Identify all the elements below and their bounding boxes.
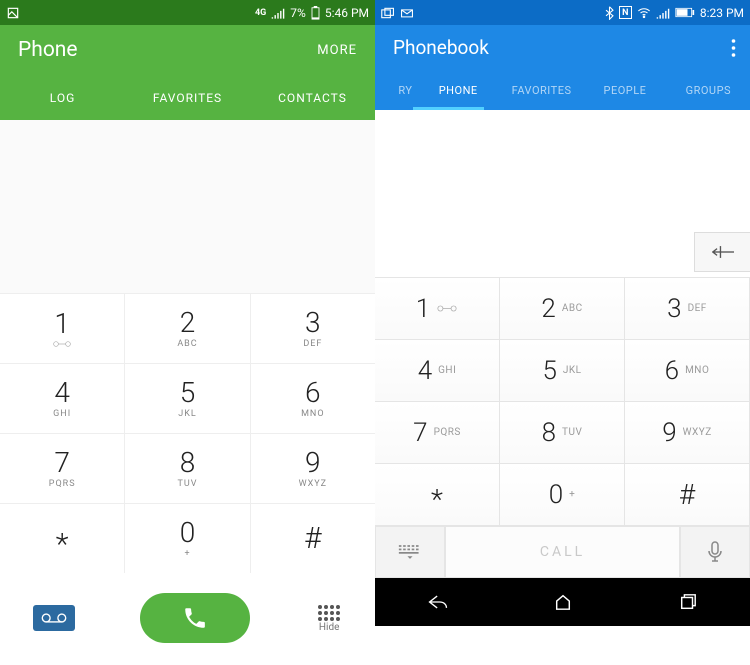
clock: 5:46 PM: [325, 6, 369, 20]
nav-back-button[interactable]: [375, 578, 500, 626]
key-2[interactable]: 2ABC: [499, 277, 625, 340]
key-4[interactable]: 4GHI: [375, 339, 500, 402]
key-1[interactable]: 1: [375, 277, 500, 340]
voicemail-button[interactable]: [33, 605, 75, 631]
phone-right: N 8:23 PM Phonebook RY PHONE: [375, 0, 750, 665]
key-7[interactable]: 7PQRS: [375, 401, 500, 464]
tab-indicator: [413, 107, 484, 110]
screenshot-icon: [6, 6, 20, 20]
key-5[interactable]: 5JKL: [499, 339, 625, 402]
key-star[interactable]: *: [375, 463, 500, 526]
wifi-icon: [637, 7, 651, 19]
phone-left: 4G 7% 5:46 PM Phone MORE LOG FAVORITES C…: [0, 0, 375, 665]
header: Phone MORE: [0, 25, 375, 75]
app-title: Phone: [18, 38, 78, 62]
call-button[interactable]: CALL: [445, 526, 680, 578]
tabs: LOG FAVORITES CONTACTS: [0, 75, 375, 120]
tab-log[interactable]: LOG: [0, 75, 125, 120]
tab-favorites[interactable]: FAVORITES: [125, 75, 250, 120]
action-row: Hide: [0, 573, 375, 663]
tabs: RY PHONE FAVORITES PEOPLE GROUPS: [375, 70, 750, 110]
voice-dial-button[interactable]: [680, 526, 750, 578]
signal-icon: [656, 7, 670, 19]
tab-phone[interactable]: PHONE: [417, 70, 500, 110]
statusbar: N 8:23 PM: [375, 0, 750, 25]
backspace-button[interactable]: [694, 232, 750, 272]
key-star[interactable]: *: [0, 504, 124, 573]
key-9[interactable]: 9WXYZ: [250, 434, 375, 503]
key-4[interactable]: 4GHI: [0, 364, 124, 433]
keypad: 1 2ABC 3DEF 4GHI 5JKL 6MNO 7PQRS 8TUV 9W…: [0, 293, 375, 573]
overflow-menu-button[interactable]: [731, 39, 736, 57]
tab-contacts[interactable]: CONTACTS: [250, 75, 375, 120]
key-8[interactable]: 8TUV: [499, 401, 625, 464]
key-5[interactable]: 5JKL: [124, 364, 249, 433]
nav-home-button[interactable]: [500, 578, 625, 626]
key-hash[interactable]: #: [624, 463, 750, 526]
clock: 8:23 PM: [700, 6, 744, 20]
key-3[interactable]: 3DEF: [250, 294, 375, 363]
key-0[interactable]: 0+: [499, 463, 625, 526]
key-7[interactable]: 7PQRS: [0, 434, 124, 503]
network-4g-icon: 4G: [255, 8, 266, 18]
key-6[interactable]: 6MNO: [624, 339, 750, 402]
key-8[interactable]: 8TUV: [124, 434, 249, 503]
key-hash[interactable]: #: [250, 504, 375, 573]
key-3[interactable]: 3DEF: [624, 277, 750, 340]
key-6[interactable]: 6MNO: [250, 364, 375, 433]
key-1[interactable]: 1: [0, 294, 124, 363]
more-button[interactable]: MORE: [317, 43, 357, 58]
header: Phonebook: [375, 25, 750, 70]
key-0[interactable]: 0+: [124, 504, 249, 573]
number-display: [375, 110, 750, 278]
hide-label: Hide: [319, 622, 340, 633]
android-nav-bar: [375, 578, 750, 626]
number-display: [0, 120, 375, 293]
app-title: Phonebook: [393, 36, 489, 59]
key-9[interactable]: 9WXYZ: [624, 401, 750, 464]
keypad: 1 2ABC 3DEF 4GHI 5JKL 6MNO 7PQRS 8TUV 9W…: [375, 278, 750, 526]
hide-keypad-button[interactable]: [375, 526, 445, 578]
battery-icon: [311, 6, 320, 20]
call-button[interactable]: [140, 593, 250, 643]
tab-groups[interactable]: GROUPS: [667, 70, 750, 110]
keypad-icon: [316, 604, 342, 622]
multiwindow-icon: [381, 7, 395, 19]
battery-pct: 7%: [290, 6, 306, 20]
tab-history-cut[interactable]: RY: [375, 70, 417, 110]
nfc-icon: N: [619, 6, 632, 19]
bluetooth-icon: [605, 6, 614, 20]
call-row: CALL: [375, 526, 750, 578]
hide-keypad-button[interactable]: Hide: [316, 604, 342, 633]
battery-icon: [675, 7, 695, 18]
key-2[interactable]: 2ABC: [124, 294, 249, 363]
tab-favorites[interactable]: FAVORITES: [500, 70, 583, 110]
nav-recent-button[interactable]: [625, 578, 750, 626]
statusbar: 4G 7% 5:46 PM: [0, 0, 375, 25]
mail-icon: [400, 7, 414, 19]
tab-people[interactable]: PEOPLE: [583, 70, 666, 110]
signal-icon: [271, 7, 285, 19]
